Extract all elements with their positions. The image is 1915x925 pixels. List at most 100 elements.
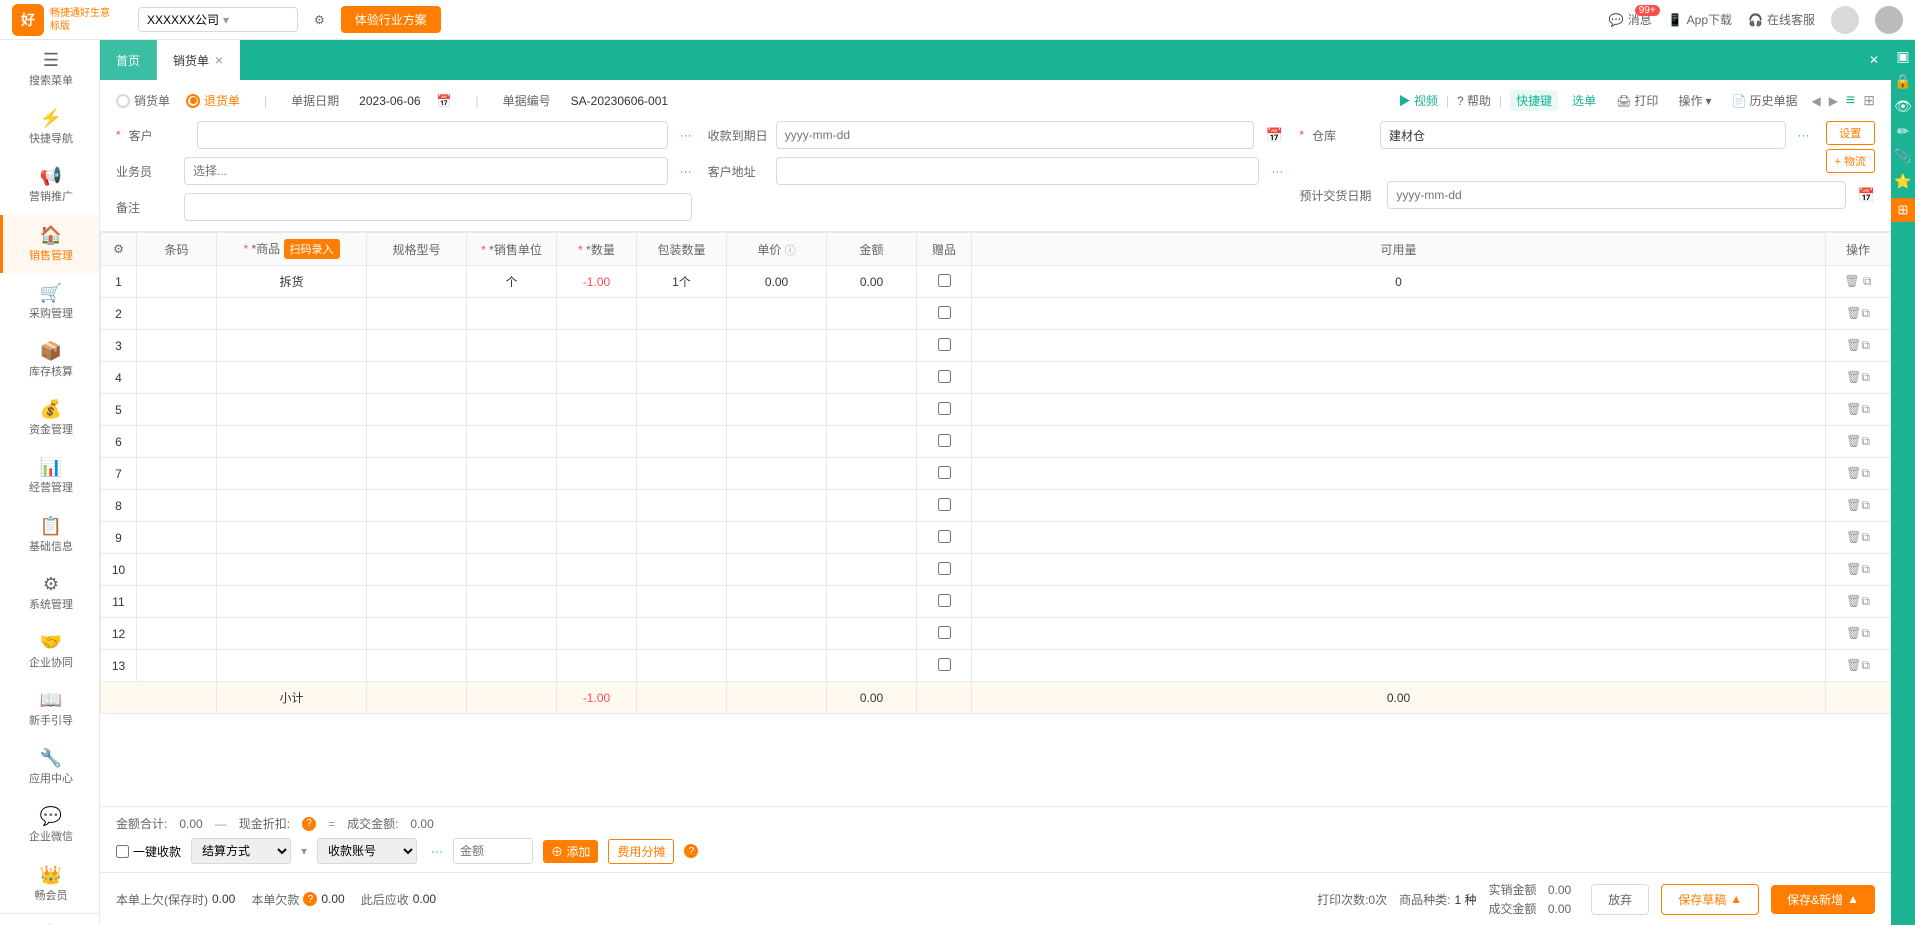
right-panel-icon-5[interactable]: 📎 xyxy=(1894,148,1911,165)
customer-input[interactable] xyxy=(197,121,668,149)
choose-btn[interactable]: 选单 xyxy=(1566,90,1602,111)
right-panel-icon-2[interactable]: 🔒 xyxy=(1894,73,1911,90)
copy-icon-13[interactable]: ⧉ xyxy=(1861,658,1870,672)
address-more-btn[interactable]: ··· xyxy=(1271,164,1283,178)
right-panel-icon-7[interactable]: ⊞ xyxy=(1891,198,1915,222)
add-payment-btn[interactable]: ⊕ 添加 xyxy=(543,840,598,863)
one-click-checkbox[interactable] xyxy=(116,845,129,858)
calendar-icon-date[interactable]: 📅 xyxy=(437,94,452,108)
delete-icon-1[interactable]: 🗑 xyxy=(1844,274,1859,288)
calendar-icon-delivery[interactable]: 📅 xyxy=(1858,187,1875,204)
tab-close-icon[interactable]: × xyxy=(215,52,223,68)
sidebar-item-search[interactable]: ☰ 搜索菜单 xyxy=(0,40,99,98)
gift-checkbox-2[interactable] xyxy=(938,306,951,319)
sidebar-item-basics[interactable]: 📋 基础信息 xyxy=(0,506,99,564)
warehouse-input[interactable] xyxy=(1380,121,1786,149)
account-select[interactable]: 收款账号 xyxy=(317,838,417,864)
cell-gift-1[interactable] xyxy=(917,266,972,298)
radio-return-order[interactable]: 退货单 xyxy=(186,92,240,109)
amount-input[interactable] xyxy=(453,838,533,864)
remark-input[interactable] xyxy=(184,193,692,221)
copy-icon-5[interactable]: ⧉ xyxy=(1861,402,1870,416)
delete-icon-5[interactable]: 🗑 xyxy=(1846,402,1861,416)
copy-icon-3[interactable]: ⧉ xyxy=(1861,338,1870,352)
sidebar-item-purchase[interactable]: 🛒 采购管理 xyxy=(0,273,99,331)
cell-spec-1[interactable] xyxy=(367,266,467,298)
shortcut-btn[interactable]: 快捷键 xyxy=(1510,90,1558,111)
history-btn[interactable]: 📄 历史单据 xyxy=(1725,90,1803,111)
user-avatar-2[interactable] xyxy=(1875,6,1903,34)
sidebar-item-inventory[interactable]: 📦 库存核算 xyxy=(0,331,99,389)
calendar-icon-payment[interactable]: 📅 xyxy=(1266,127,1283,144)
sidebar-item-member[interactable]: 👑 畅会员 xyxy=(0,855,99,913)
sidebar-item-apps[interactable]: 🔧 应用中心 xyxy=(0,738,99,796)
gift-checkbox-5[interactable] xyxy=(938,402,951,415)
user-avatar[interactable] xyxy=(1831,6,1859,34)
delete-icon-4[interactable]: 🗑 xyxy=(1846,370,1861,384)
save-new-btn[interactable]: 保存&新增 ▲ xyxy=(1771,885,1875,914)
prev-record-btn[interactable]: ◀ xyxy=(1811,94,1820,108)
sidebar-item-shortcuts[interactable]: ⚡ 快捷导航 xyxy=(0,98,99,156)
operate-btn[interactable]: 操作 ▾ xyxy=(1672,90,1717,111)
gift-checkbox-13[interactable] xyxy=(938,658,951,671)
delete-icon-9[interactable]: 🗑 xyxy=(1846,530,1861,544)
next-record-btn[interactable]: ▶ xyxy=(1829,94,1838,108)
close-form-btn[interactable]: ✕ xyxy=(1857,40,1891,80)
price-info-icon[interactable]: ⓘ xyxy=(785,245,796,257)
right-panel-icon-4[interactable]: ✏ xyxy=(1897,123,1909,140)
right-panel-icon-1[interactable]: ▣ xyxy=(1896,48,1909,65)
gift-checkbox-6[interactable] xyxy=(938,434,951,447)
gift-checkbox-8[interactable] xyxy=(938,498,951,511)
copy-icon-11[interactable]: ⧉ xyxy=(1861,594,1870,608)
sidebar-item-guide[interactable]: 📖 新手引导 xyxy=(0,680,99,738)
gift-checkbox-1[interactable] xyxy=(938,274,951,287)
list-view-btn[interactable]: ≡ xyxy=(1846,92,1855,110)
delete-icon-13[interactable]: 🗑 xyxy=(1846,658,1861,672)
copy-icon-6[interactable]: ⧉ xyxy=(1861,434,1870,448)
warehouse-more-btn[interactable]: ··· xyxy=(1798,128,1810,142)
delete-icon-3[interactable]: 🗑 xyxy=(1846,338,1861,352)
copy-icon-10[interactable]: ⧉ xyxy=(1861,562,1870,576)
customer-more-btn[interactable]: ··· xyxy=(680,128,692,142)
save-draft-btn[interactable]: 保存草稿 ▲ xyxy=(1661,884,1759,915)
payment-due-input[interactable] xyxy=(776,121,1254,149)
salesperson-more-btn[interactable]: ··· xyxy=(680,164,692,178)
tab-home[interactable]: 首页 xyxy=(100,40,157,80)
delete-icon-10[interactable]: 🗑 xyxy=(1846,562,1861,576)
sidebar-item-system[interactable]: ⚙ 系统管理 xyxy=(0,564,99,622)
scan-btn[interactable]: 扫码录入 xyxy=(284,239,340,259)
salesperson-input[interactable] xyxy=(184,157,668,185)
copy-icon-12[interactable]: ⧉ xyxy=(1861,626,1870,640)
copy-icon-9[interactable]: ⧉ xyxy=(1861,530,1870,544)
abandon-btn[interactable]: 放弃 xyxy=(1591,884,1649,915)
expense-help-icon[interactable]: ? xyxy=(684,844,698,858)
cell-qty-1[interactable]: -1.00 xyxy=(557,266,637,298)
account-more-btn[interactable]: ··· xyxy=(431,844,443,858)
sidebar-item-finance[interactable]: 💰 资金管理 xyxy=(0,389,99,447)
copy-icon-1[interactable]: ⧉ xyxy=(1863,274,1872,288)
owe-help-icon[interactable]: ? xyxy=(303,892,317,906)
copy-icon-2[interactable]: ⧉ xyxy=(1861,306,1870,320)
grid-view-btn[interactable]: ⊞ xyxy=(1863,92,1875,109)
delete-icon-11[interactable]: 🗑 xyxy=(1846,594,1861,608)
cell-barcode-1[interactable] xyxy=(137,266,217,298)
right-panel-icon-6[interactable]: ⭐ xyxy=(1894,173,1911,190)
sidebar-item-collab[interactable]: 🤝 企业协同 xyxy=(0,622,99,680)
trial-btn[interactable]: 体验行业方案 xyxy=(341,6,441,33)
company-selector[interactable]: XXXXXX公司 ▾ xyxy=(138,7,298,32)
radio-sales-order[interactable]: 销货单 xyxy=(116,92,170,109)
cell-price-1[interactable]: 0.00 xyxy=(727,266,827,298)
right-panel-icon-3[interactable]: 👁 xyxy=(1894,98,1912,115)
one-click-pay-checkbox[interactable]: 一键收款 xyxy=(116,843,181,860)
sidebar-item-marketing[interactable]: 📢 营销推广 xyxy=(0,156,99,214)
video-btn[interactable]: ▶ 视频 xyxy=(1399,92,1438,109)
gift-checkbox-10[interactable] xyxy=(938,562,951,575)
print-btn[interactable]: 🖨 打印 xyxy=(1610,90,1664,111)
gift-checkbox-9[interactable] xyxy=(938,530,951,543)
tab-sales-order[interactable]: 销货单 × xyxy=(157,40,240,80)
help-btn[interactable]: ? 帮助 xyxy=(1457,92,1491,109)
customer-address-input[interactable] xyxy=(776,157,1260,185)
delete-icon-2[interactable]: 🗑 xyxy=(1846,306,1861,320)
sidebar-item-weixin[interactable]: 💬 企业微信 xyxy=(0,796,99,854)
col-settings-header[interactable]: ⚙ xyxy=(101,233,137,266)
